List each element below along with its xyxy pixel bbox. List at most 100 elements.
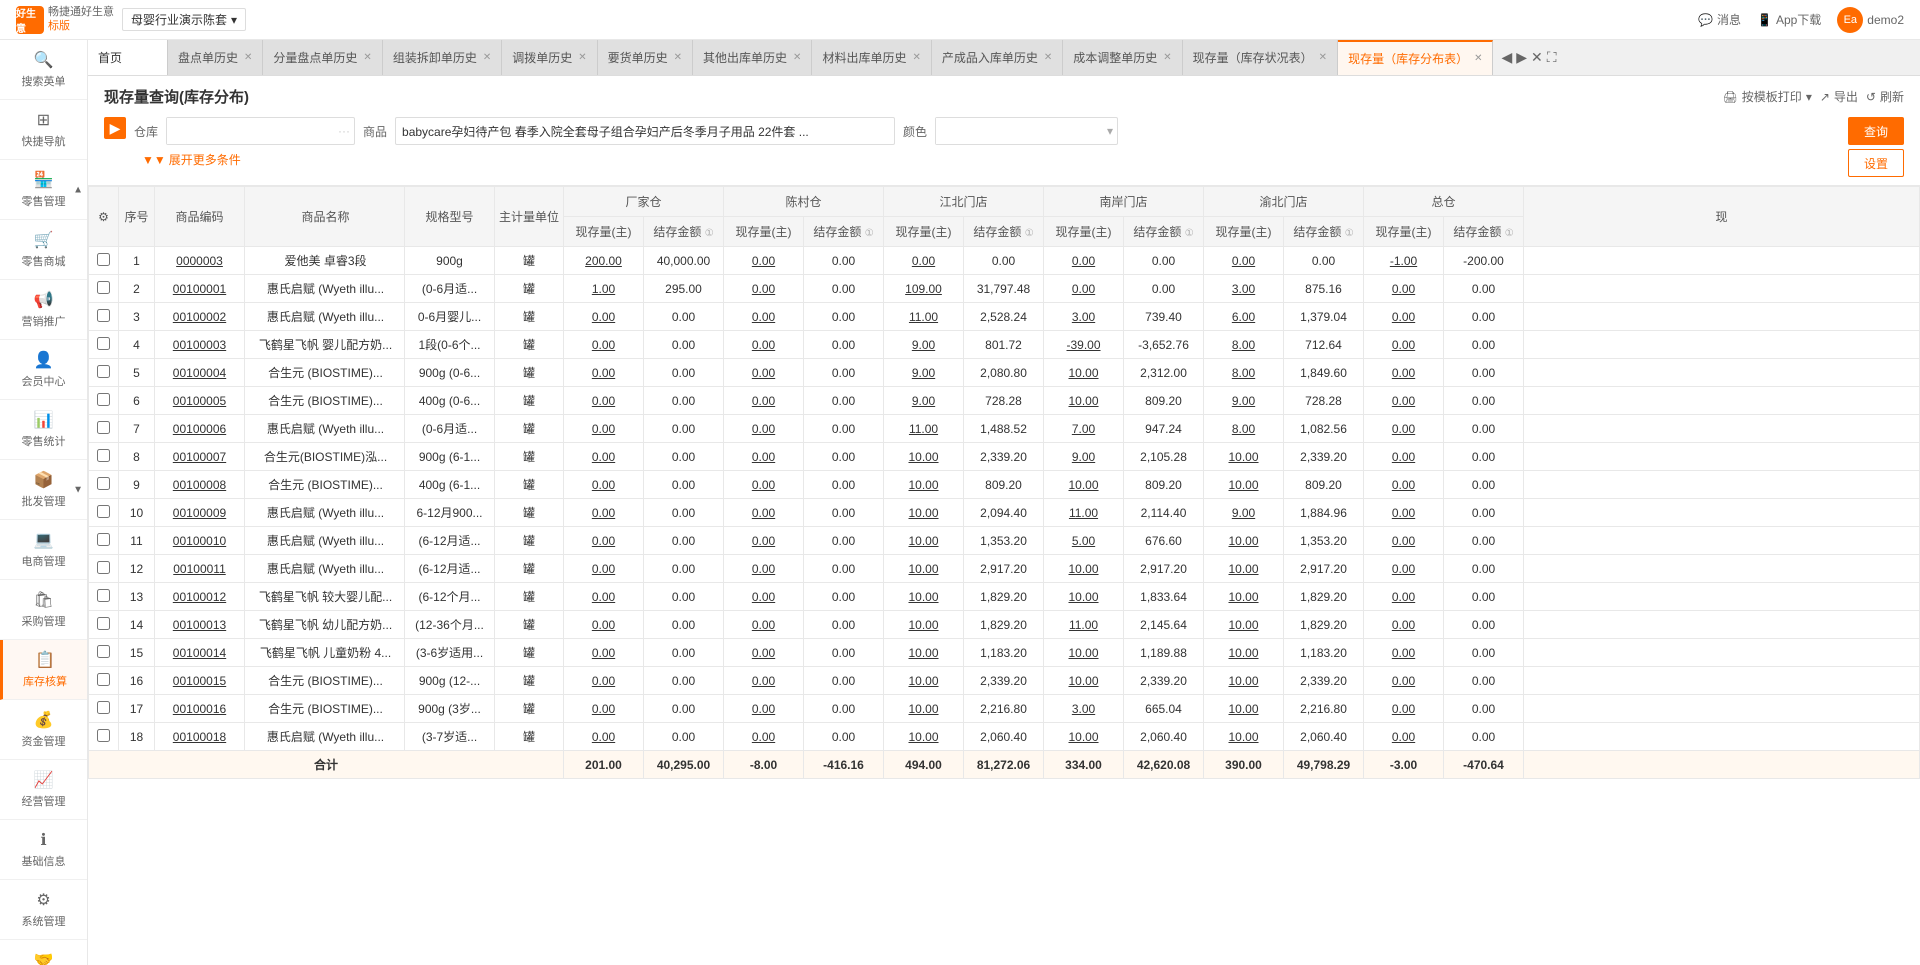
cell-nanan-qty[interactable]: 9.00 [1044, 443, 1124, 471]
cell-nanan-qty[interactable]: 3.00 [1044, 303, 1124, 331]
cell-jiangbei-qty[interactable]: 0.00 [884, 247, 964, 275]
close-icon[interactable]: ✕ [1474, 53, 1482, 64]
tab-next-btn[interactable]: ▶ [1516, 49, 1527, 66]
cell-factory-qty[interactable]: 0.00 [564, 415, 644, 443]
sidebar-item-member[interactable]: 👤 会员中心 [0, 340, 87, 400]
cell-code[interactable]: 00100010 [155, 527, 245, 555]
close-icon[interactable]: ✕ [244, 52, 252, 63]
cell-total-qty[interactable]: 0.00 [1364, 359, 1444, 387]
tab-assembly-history[interactable]: 组装拆卸单历史 ✕ [383, 40, 502, 76]
sidebar-item-retail-stats[interactable]: 📊 零售统计 [0, 400, 87, 460]
cell-code[interactable]: 00100008 [155, 471, 245, 499]
filter-toggle-btn[interactable]: ▶ [104, 117, 126, 139]
cell-checkbox[interactable] [89, 555, 119, 583]
cell-jiangbei-qty[interactable]: 10.00 [884, 443, 964, 471]
cell-jiangbei-qty[interactable]: 10.00 [884, 695, 964, 723]
cell-yubei-qty[interactable]: 9.00 [1204, 499, 1284, 527]
tab-prev-btn[interactable]: ◀ [1501, 49, 1512, 66]
cell-nanan-qty[interactable]: 10.00 [1044, 387, 1124, 415]
close-icon[interactable]: ✕ [363, 52, 371, 63]
cell-jiangbei-qty[interactable]: 9.00 [884, 331, 964, 359]
cell-yubei-qty[interactable]: 8.00 [1204, 331, 1284, 359]
cell-chencun-qty[interactable]: 0.00 [724, 695, 804, 723]
export-btn[interactable]: ↗ 导出 [1820, 88, 1858, 105]
cell-chencun-qty[interactable]: 0.00 [724, 583, 804, 611]
cell-total-qty[interactable]: 0.00 [1364, 527, 1444, 555]
sidebar-item-marketing[interactable]: 📢 营销推广 [0, 280, 87, 340]
tab-other-outbound-history[interactable]: 其他出库单历史 ✕ [693, 40, 812, 76]
cell-yubei-qty[interactable]: 9.00 [1204, 387, 1284, 415]
cell-factory-qty[interactable]: 0.00 [564, 639, 644, 667]
close-icon[interactable]: ✕ [578, 52, 586, 63]
cell-chencun-qty[interactable]: 0.00 [724, 723, 804, 751]
cell-code[interactable]: 00100013 [155, 611, 245, 639]
cell-jiangbei-qty[interactable]: 10.00 [884, 667, 964, 695]
cell-total-qty[interactable]: 0.00 [1364, 499, 1444, 527]
cell-total-qty[interactable]: 0.00 [1364, 415, 1444, 443]
cell-nanan-qty[interactable]: 10.00 [1044, 555, 1124, 583]
sidebar-item-purchase[interactable]: 🛍 采购管理 [0, 580, 87, 640]
cell-nanan-qty[interactable]: 11.00 [1044, 611, 1124, 639]
sidebar-item-basic-info[interactable]: ℹ 基础信息 [0, 820, 87, 880]
cell-jiangbei-qty[interactable]: 10.00 [884, 555, 964, 583]
tab-transfer-history[interactable]: 调拨单历史 ✕ [502, 40, 597, 76]
cell-total-qty[interactable]: 0.00 [1364, 443, 1444, 471]
cell-jiangbei-qty[interactable]: 10.00 [884, 723, 964, 751]
cell-chencun-qty[interactable]: 0.00 [724, 443, 804, 471]
close-icon[interactable]: ✕ [793, 52, 801, 63]
cell-yubei-qty[interactable]: 10.00 [1204, 471, 1284, 499]
cell-nanan-qty[interactable]: 3.00 [1044, 695, 1124, 723]
cell-total-qty[interactable]: 0.00 [1364, 723, 1444, 751]
cell-factory-qty[interactable]: 0.00 [564, 611, 644, 639]
cell-yubei-qty[interactable]: 8.00 [1204, 415, 1284, 443]
cell-code[interactable]: 00100015 [155, 667, 245, 695]
print-btn[interactable]: 🖨 按模板打印 ▾ [1723, 88, 1812, 105]
cell-checkbox[interactable] [89, 527, 119, 555]
cell-yubei-qty[interactable]: 3.00 [1204, 275, 1284, 303]
cell-chencun-qty[interactable]: 0.00 [724, 499, 804, 527]
cell-nanan-qty[interactable]: 11.00 [1044, 499, 1124, 527]
refresh-btn[interactable]: ↺ 刷新 [1866, 88, 1904, 105]
cell-chencun-qty[interactable]: 0.00 [724, 387, 804, 415]
tab-inventory-status[interactable]: 现存量（库存状况表） ✕ [1183, 40, 1338, 76]
cell-factory-qty[interactable]: 0.00 [564, 387, 644, 415]
tab-home[interactable]: 首页 [88, 40, 168, 76]
cell-code[interactable]: 00100001 [155, 275, 245, 303]
cell-yubei-qty[interactable]: 10.00 [1204, 639, 1284, 667]
cell-checkbox[interactable] [89, 471, 119, 499]
goods-input-wrap[interactable]: babycare孕妇待产包 春季入院全套母子组合孕妇产后冬季月子用品 22件套 … [395, 117, 895, 145]
close-icon[interactable]: ✕ [483, 52, 491, 63]
cell-checkbox[interactable] [89, 415, 119, 443]
cell-yubei-qty[interactable]: 10.00 [1204, 695, 1284, 723]
cell-code[interactable]: 00100012 [155, 583, 245, 611]
cell-factory-qty[interactable]: 0.00 [564, 527, 644, 555]
cell-nanan-qty[interactable]: 10.00 [1044, 723, 1124, 751]
cell-checkbox[interactable] [89, 723, 119, 751]
close-icon[interactable]: ✕ [912, 52, 920, 63]
cell-yubei-qty[interactable]: 10.00 [1204, 555, 1284, 583]
cell-nanan-qty[interactable]: 10.00 [1044, 583, 1124, 611]
cell-total-qty[interactable]: 0.00 [1364, 695, 1444, 723]
sidebar-item-retail-mall[interactable]: 🛒 零售商城 [0, 220, 87, 280]
cell-yubei-qty[interactable]: 10.00 [1204, 443, 1284, 471]
cell-yubei-qty[interactable]: 0.00 [1204, 247, 1284, 275]
cell-yubei-qty[interactable]: 6.00 [1204, 303, 1284, 331]
cell-yubei-qty[interactable]: 10.00 [1204, 611, 1284, 639]
cell-factory-qty[interactable]: 0.00 [564, 667, 644, 695]
cell-total-qty[interactable]: 0.00 [1364, 611, 1444, 639]
cell-chencun-qty[interactable]: 0.00 [724, 611, 804, 639]
message-btn[interactable]: 💬 消息 [1698, 11, 1741, 28]
tab-fullscreen-btn[interactable]: ⛶ [1547, 49, 1557, 66]
sidebar-item-inventory[interactable]: 📋 库存核算 [0, 640, 87, 700]
cell-checkbox[interactable] [89, 275, 119, 303]
cell-code[interactable]: 00100002 [155, 303, 245, 331]
cell-chencun-qty[interactable]: 0.00 [724, 555, 804, 583]
cell-chencun-qty[interactable]: 0.00 [724, 639, 804, 667]
sidebar-item-collab[interactable]: 🤝 企业协同 [0, 940, 87, 965]
cell-checkbox[interactable] [89, 499, 119, 527]
cell-yubei-qty[interactable]: 8.00 [1204, 359, 1284, 387]
cell-checkbox[interactable] [89, 303, 119, 331]
cell-factory-qty[interactable]: 1.00 [564, 275, 644, 303]
cell-code[interactable]: 00100005 [155, 387, 245, 415]
cell-total-qty[interactable]: -1.00 [1364, 247, 1444, 275]
